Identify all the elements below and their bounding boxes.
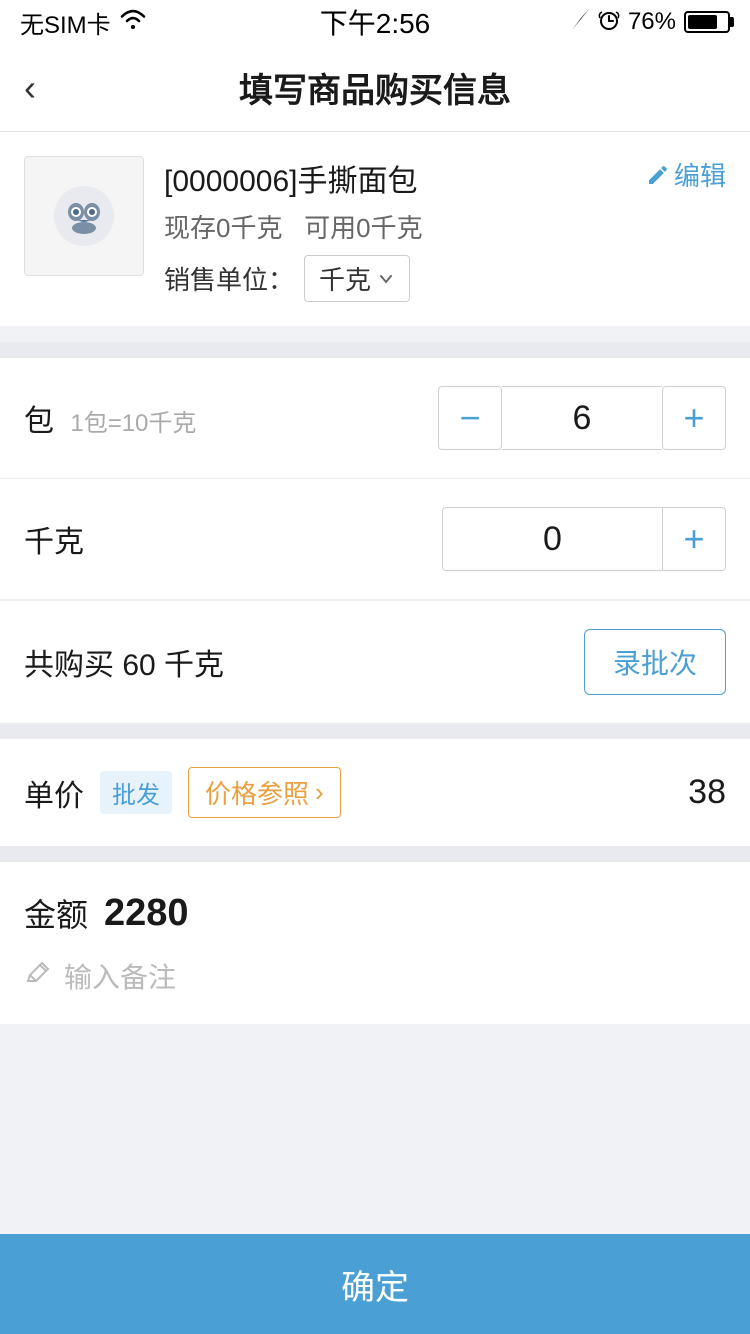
battery-pct: 76% [628, 8, 676, 36]
product-name: [0000006]手撕面包 [164, 156, 417, 200]
back-button[interactable]: ‹ [24, 67, 36, 109]
bao-minus-button[interactable]: − [438, 386, 502, 450]
kg-plus-button[interactable]: + [662, 507, 726, 571]
battery-icon [684, 11, 730, 33]
product-unit-row: 销售单位： 千克 [164, 255, 726, 302]
price-label: 单价 [24, 771, 84, 815]
section-divider-2 [0, 723, 750, 739]
price-row: 单价 批发 价格参照 › 38 [0, 739, 750, 846]
note-placeholder: 输入备注 [64, 956, 176, 996]
product-thumbnail [24, 156, 144, 276]
bao-plus-button[interactable]: + [662, 386, 726, 450]
kg-quantity-row: 千克 + [0, 479, 750, 600]
bao-quantity-row: 包 1包=10千克 − + [0, 358, 750, 479]
summary-text: 共购买 60 千克 [24, 640, 224, 684]
product-card: [0000006]手撕面包 编辑 现存0千克 可用0千克 销售单位： 千克 [0, 132, 750, 326]
unit-selector[interactable]: 千克 [304, 255, 410, 302]
alarm-icon [598, 8, 620, 37]
time-display: 下午2:56 [320, 2, 431, 42]
status-left: 无SIM卡 [20, 5, 147, 40]
kg-label: 千克 [24, 517, 442, 561]
chevron-right-icon: › [315, 777, 324, 808]
status-bar: 无SIM卡 下午2:56 76% [0, 0, 750, 44]
carrier-text: 无SIM卡 [20, 5, 111, 40]
record-batch-button[interactable]: 录批次 [584, 629, 726, 695]
note-row[interactable]: 输入备注 [24, 956, 726, 996]
confirm-button[interactable]: 确定 [0, 1234, 750, 1334]
amount-label: 金额 [24, 890, 88, 936]
gps-icon [572, 8, 590, 37]
amount-row: 金额 2280 [24, 890, 726, 936]
kg-stepper: + [442, 507, 726, 571]
product-stock: 现存0千克 可用0千克 [164, 208, 726, 245]
page-title: 填写商品购买信息 [239, 63, 511, 112]
amount-card: 金额 2280 输入备注 [0, 862, 750, 1024]
product-info: [0000006]手撕面包 编辑 现存0千克 可用0千克 销售单位： 千克 [164, 156, 726, 302]
edit-button[interactable]: 编辑 [646, 156, 726, 193]
wifi-icon [119, 8, 147, 36]
section-divider-3 [0, 846, 750, 862]
price-value: 38 [688, 773, 726, 812]
status-right: 76% [572, 8, 730, 37]
section-divider-1 [0, 342, 750, 358]
nav-bar: ‹ 填写商品购买信息 [0, 44, 750, 132]
amount-value: 2280 [104, 892, 189, 935]
bao-sub-label: 1包=10千克 [70, 410, 196, 437]
input-section: 包 1包=10千克 − + 千克 + [0, 358, 750, 600]
bao-stepper: − + [438, 386, 726, 450]
pencil-icon [24, 959, 52, 994]
bao-quantity-input[interactable] [502, 386, 662, 450]
summary-row: 共购买 60 千克 录批次 [0, 600, 750, 723]
price-reference-button[interactable]: 价格参照 › [188, 767, 341, 818]
bao-label: 包 1包=10千克 [24, 396, 438, 440]
price-type-badge: 批发 [100, 771, 172, 814]
kg-quantity-input[interactable] [442, 507, 662, 571]
